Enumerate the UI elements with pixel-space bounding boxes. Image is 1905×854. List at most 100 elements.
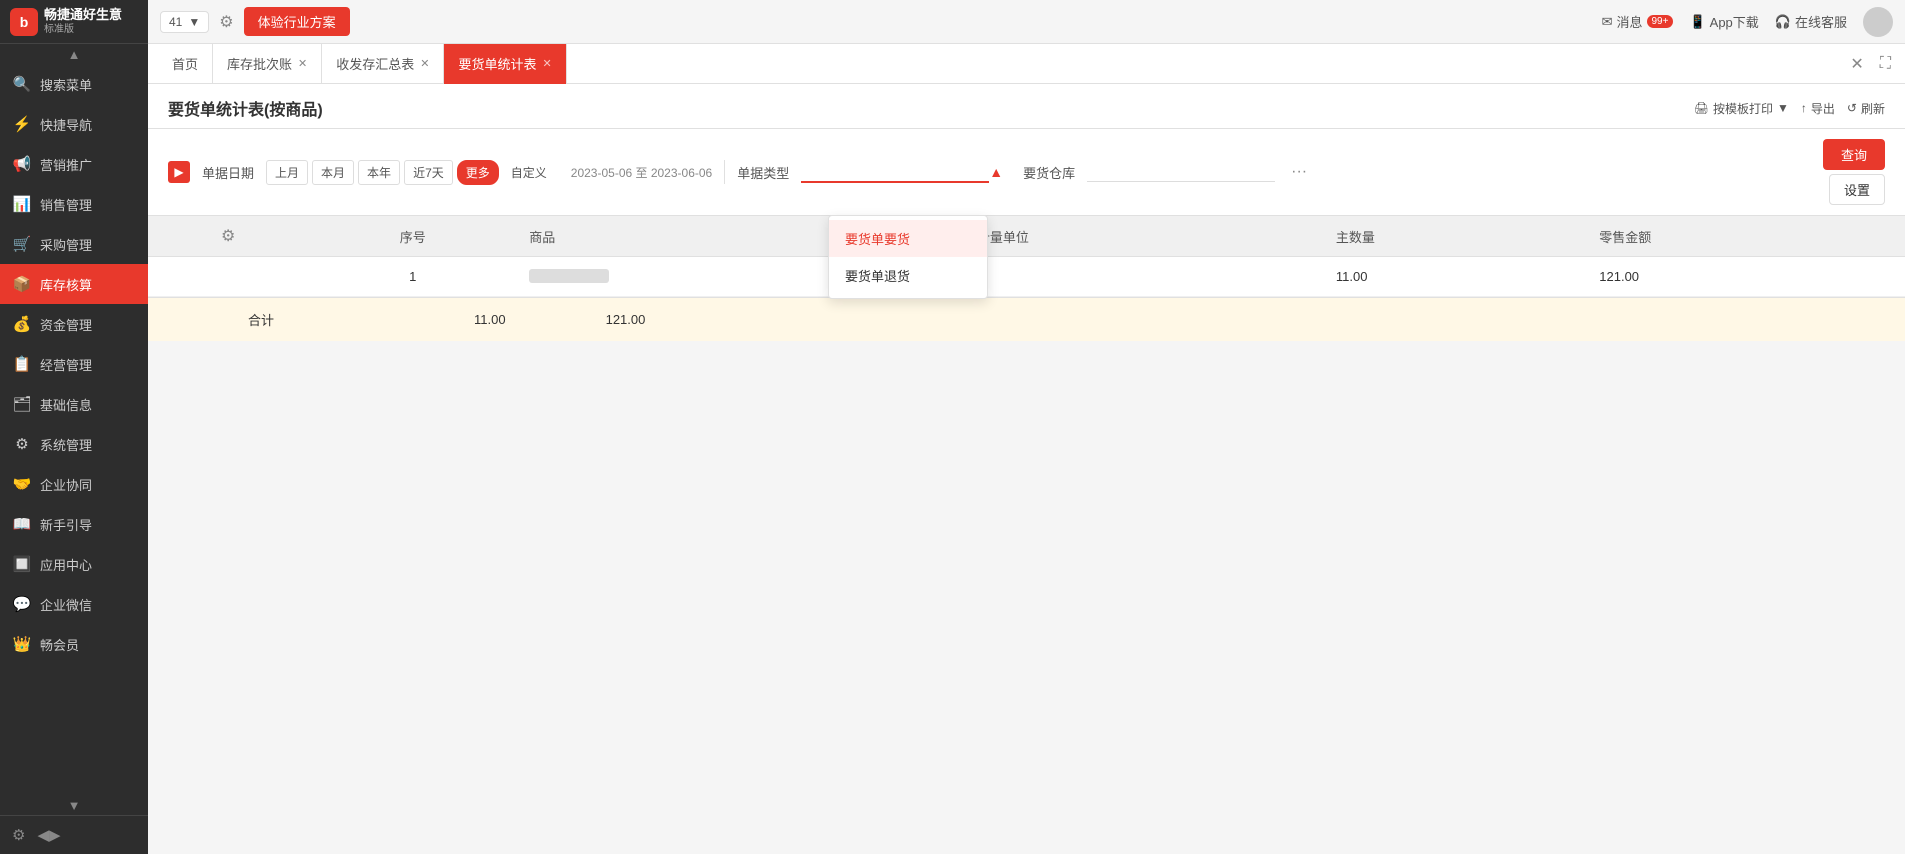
last-month-btn[interactable]: 上月 [266,160,308,185]
sidebar-item-app-center[interactable]: 🔲应用中心 [0,544,148,584]
sidebar-label-marketing-promo: 营销推广 [40,155,92,174]
table-row: 1 块 11.00 121.00 [148,257,1905,297]
tab-expand-icon[interactable]: ⛶ [1874,53,1897,75]
tab-home[interactable]: 首页 [158,44,213,84]
filter-bar: ▶ 单据日期 上月 本月 本年 近7天 更多 自定义 2023-05-06 至 … [148,129,1905,216]
online-service-label: 在线客服 [1795,12,1847,31]
tabs-right: ✕ ⛶ [1836,52,1905,76]
refresh-action[interactable]: ↺ 刷新 [1847,100,1885,117]
dropdown-item-order-return[interactable]: 要货单退货 [829,257,987,294]
tab-close-icon[interactable]: ✕ [1844,52,1869,76]
cell-qty-0: 11.00 [1324,257,1587,297]
filter-expand-button[interactable]: ▶ [168,161,190,183]
collapse-icon[interactable]: ◀▶ [37,826,60,844]
fund-mgmt-icon: 💰 [12,314,32,334]
brand-title: 畅捷通好生意 [44,7,122,24]
brand-subtitle: 标准版 [44,23,122,36]
tab-inventory-batch[interactable]: 库存批次账✕ [213,44,322,84]
sidebar-item-newbie-guide[interactable]: 📖新手引导 [0,504,148,544]
tab-close-inventory-batch[interactable]: ✕ [298,57,307,70]
dropdown-item-order-goods[interactable]: 要货单要货 [829,220,987,257]
tab-receivable-summary[interactable]: 收发存汇总表✕ [322,44,444,84]
column-settings-icon[interactable]: ⚙ [221,228,235,245]
sidebar-label-sys-mgmt: 系统管理 [40,435,92,454]
sales-mgmt-icon: 📊 [12,194,32,214]
messages-badge: 99+ [1647,15,1674,28]
sidebar-item-basic-info[interactable]: 🗂基础信息 [0,384,148,424]
sidebar-item-marketing-promo[interactable]: 📢 营销推广 [0,144,148,184]
type-filter-label: 单据类型 [737,163,789,182]
warehouse-filter-input[interactable] [1087,162,1275,182]
this-year-btn[interactable]: 本年 [358,160,400,185]
warehouse-filter-label: 要货仓库 [1023,163,1075,182]
sidebar-item-search[interactable]: 🔍搜索菜单 [0,64,148,104]
refresh-label: 刷新 [1861,100,1885,117]
sidebar-item-sys-mgmt[interactable]: ⚙ 系统管理 [0,424,148,464]
user-avatar[interactable] [1863,7,1893,37]
sidebar-item-quick-nav[interactable]: ⚡快捷导航 [0,104,148,144]
sidebar-item-enterprise-wechat[interactable]: 💬企业微信 [0,584,148,624]
sidebar-label-enterprise-collab: 企业协同 [40,475,92,494]
date-filter-label: 单据日期 [202,163,254,182]
export-action[interactable]: ↑ 导出 [1801,100,1835,117]
this-month-btn[interactable]: 本月 [312,160,354,185]
cell-no-0: 1 [308,257,517,297]
marketing-promo-icon: 📢 [12,154,32,174]
topbar-gear-icon[interactable]: ⚙ [219,12,233,32]
promo-button[interactable]: 体验行业方案 [244,7,350,36]
cell-unit-0: 块 [952,257,1324,297]
settings-button[interactable]: 设置 [1829,174,1885,205]
sidebar-nav: 🔍搜索菜单⚡快捷导航 📢 营销推广 📊销售管理🛒采购管理📦库存核算💰资金管理📋经营管理… [0,64,148,795]
sidebar-item-enterprise-collab[interactable]: 🤝 企业协同 [0,464,148,504]
biz-mgmt-icon: 📋 [12,354,32,374]
branch-selector[interactable]: 41 ▼ [160,11,209,33]
print-icon: 🖨 [1694,101,1709,115]
query-button[interactable]: 查询 [1823,139,1885,170]
tab-close-receivable-summary[interactable]: ✕ [420,57,429,70]
print-action[interactable]: 🖨 按模板打印 ▼ [1694,100,1789,117]
sidebar-item-sales-mgmt[interactable]: 📊销售管理 [0,184,148,224]
total-qty: 11.00 [474,312,506,327]
type-filter-arrow-icon[interactable]: ▲ [989,164,1003,180]
online-service-item[interactable]: 🎧 在线客服 [1775,12,1847,31]
sidebar-item-fund-mgmt[interactable]: 💰资金管理 [0,304,148,344]
sidebar-item-inventory-calc[interactable]: 📦库存核算 [0,264,148,304]
more-dates-btn[interactable]: 更多 [457,160,499,185]
type-filter-select[interactable]: ▲ [801,162,1003,183]
enterprise-collab-icon: 🤝 [12,474,32,494]
brand-icon: b [10,8,38,36]
tab-close-order-stats[interactable]: ✕ [543,57,552,70]
sidebar-label-purchase-mgmt: 采购管理 [40,235,92,254]
sidebar-scroll-down[interactable]: ▼ [0,795,148,815]
total-row: 合计 11.00 121.00 [148,297,1905,341]
cell-amount-0: 121.00 [1587,257,1905,297]
filter-divider [724,160,725,184]
sidebar-label-app-center: 应用中心 [40,555,92,574]
sidebar-label-member: 畅会员 [40,635,79,654]
custom-date-btn[interactable]: 自定义 [503,161,555,184]
th-settings[interactable]: ⚙ [148,216,308,257]
settings-icon[interactable]: ⚙ [12,826,25,844]
sidebar-scroll-up[interactable]: ▲ [0,44,148,64]
sidebar-label-enterprise-wechat: 企业微信 [40,595,92,614]
sys-mgmt-icon: ⚙ [12,434,32,454]
messages-item[interactable]: ✉ 消息 99+ [1602,12,1674,31]
app-download-item[interactable]: 📱 App下载 [1689,12,1758,31]
date-range-display: 2023-05-06 至 2023-06-06 [571,164,712,181]
sidebar-item-biz-mgmt[interactable]: 📋经营管理 [0,344,148,384]
app-download-label: App下载 [1710,12,1759,31]
tab-order-stats[interactable]: 要货单统计表✕ [444,44,566,84]
sidebar-item-purchase-mgmt[interactable]: 🛒采购管理 [0,224,148,264]
tabs-bar: 首页库存批次账✕收发存汇总表✕要货单统计表✕ ✕ ⛶ [148,44,1905,84]
th-qty: 主数量 [1324,216,1587,257]
table-wrap: ⚙ 序号 商品 主计量单位 主数量 零售金额 1 块 11.00 121.00 [148,216,1905,297]
inventory-calc-icon: 📦 [12,274,32,294]
data-table: ⚙ 序号 商品 主计量单位 主数量 零售金额 1 块 11.00 121.00 [148,216,1905,297]
filter-more-icon[interactable]: ··· [1291,163,1307,181]
type-filter-input[interactable] [801,162,989,183]
sidebar-item-member[interactable]: 👑畅会员 [0,624,148,664]
print-arrow-icon: ▼ [1777,101,1789,115]
topbar: 41 ▼ ⚙ 体验行业方案 ✉ 消息 99+ 📱 App下载 🎧 在线客服 [148,0,1905,44]
last-7days-btn[interactable]: 近7天 [404,160,453,185]
tab-label-home: 首页 [172,54,198,73]
